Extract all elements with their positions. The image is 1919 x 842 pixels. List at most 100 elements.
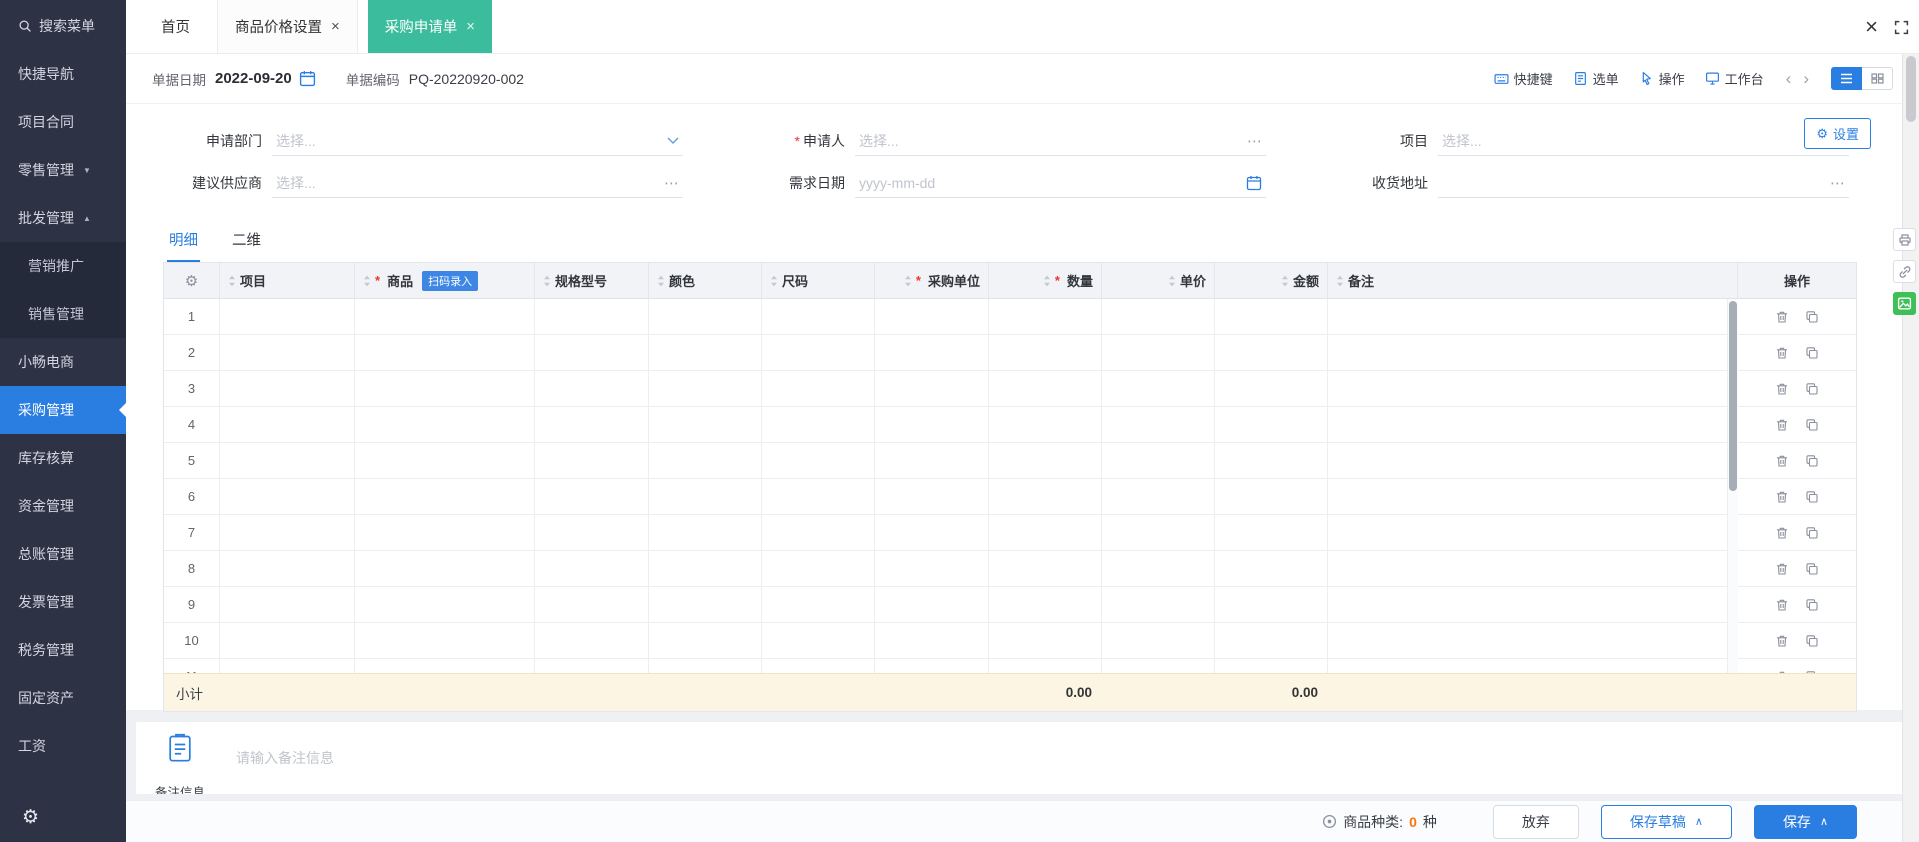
row-number-cell[interactable]: 10 xyxy=(164,623,220,658)
cell-color[interactable] xyxy=(649,551,762,586)
cell-color[interactable] xyxy=(649,443,762,478)
cell-purchase-unit[interactable] xyxy=(875,659,989,673)
delete-row-icon[interactable] xyxy=(1775,382,1789,396)
tab-two-dim[interactable]: 二维 xyxy=(230,219,263,262)
sidebar-item-tax-mgmt[interactable]: 税务管理 xyxy=(0,626,126,674)
cell-quantity[interactable] xyxy=(989,479,1102,514)
field-input-applicant[interactable]: 选择... ⋯ xyxy=(855,126,1266,156)
cell-project[interactable] xyxy=(220,587,355,622)
print-icon[interactable] xyxy=(1893,228,1916,251)
tab-close-icon[interactable]: × xyxy=(466,19,475,34)
cell-spec-model[interactable] xyxy=(535,299,649,334)
copy-row-icon[interactable] xyxy=(1805,418,1819,432)
cell-amount[interactable] xyxy=(1215,407,1328,442)
cell-spec-model[interactable] xyxy=(535,623,649,658)
cell-product[interactable] xyxy=(355,479,535,514)
cell-product[interactable] xyxy=(355,335,535,370)
cell-color[interactable] xyxy=(649,515,762,550)
cell-color[interactable] xyxy=(649,479,762,514)
copy-row-icon[interactable] xyxy=(1805,382,1819,396)
cell-project[interactable] xyxy=(220,299,355,334)
cell-unit-price[interactable] xyxy=(1102,587,1215,622)
cell-size[interactable] xyxy=(762,371,875,406)
cell-remark[interactable] xyxy=(1328,371,1738,406)
cell-spec-model[interactable] xyxy=(535,515,649,550)
copy-row-icon[interactable] xyxy=(1805,670,1819,673)
copy-row-icon[interactable] xyxy=(1805,634,1819,648)
sort-icon[interactable] xyxy=(1336,275,1344,287)
cell-purchase-unit[interactable] xyxy=(875,551,989,586)
cell-purchase-unit[interactable] xyxy=(875,443,989,478)
cell-quantity[interactable] xyxy=(989,407,1102,442)
sidebar-item-marketing-promo[interactable]: 营销推广 xyxy=(0,242,126,290)
sort-icon[interactable] xyxy=(1168,275,1176,287)
column-header-amount[interactable]: 金额 xyxy=(1215,263,1328,298)
cell-remark[interactable] xyxy=(1328,587,1738,622)
cell-amount[interactable] xyxy=(1215,299,1328,334)
cell-color[interactable] xyxy=(649,371,762,406)
delete-row-icon[interactable] xyxy=(1775,598,1789,612)
row-number-cell[interactable]: 4 xyxy=(164,407,220,442)
tab-home[interactable]: 首页 xyxy=(144,0,207,53)
cell-product[interactable] xyxy=(355,551,535,586)
cell-size[interactable] xyxy=(762,479,875,514)
sidebar-item-project-contract[interactable]: 项目合同 xyxy=(0,98,126,146)
fullscreen-icon[interactable] xyxy=(1894,20,1909,35)
cell-color[interactable] xyxy=(649,335,762,370)
delete-row-icon[interactable] xyxy=(1775,310,1789,324)
next-record-icon[interactable]: › xyxy=(1803,69,1809,89)
sidebar-item-general-ledger[interactable]: 总账管理 xyxy=(0,530,126,578)
field-input-required-date[interactable]: yyyy-mm-dd xyxy=(855,168,1266,198)
cell-unit-price[interactable] xyxy=(1102,551,1215,586)
delete-row-icon[interactable] xyxy=(1775,454,1789,468)
page-scrollbar-thumb[interactable] xyxy=(1906,56,1916,122)
copy-row-icon[interactable] xyxy=(1805,346,1819,360)
settings-gear-icon[interactable]: ⚙ xyxy=(22,806,39,829)
cell-quantity[interactable] xyxy=(989,335,1102,370)
cell-quantity[interactable] xyxy=(989,659,1102,673)
tab-purchase-requisition[interactable]: 采购申请单 × xyxy=(367,0,493,53)
cell-remark[interactable] xyxy=(1328,659,1738,673)
cell-unit-price[interactable] xyxy=(1102,407,1215,442)
sort-icon[interactable] xyxy=(363,275,371,287)
list-view-toggle[interactable] xyxy=(1831,67,1862,90)
cell-spec-model[interactable] xyxy=(535,587,649,622)
cell-color[interactable] xyxy=(649,623,762,658)
screenshot-image-icon[interactable] xyxy=(1893,292,1916,315)
cell-remark[interactable] xyxy=(1328,551,1738,586)
copy-row-icon[interactable] xyxy=(1805,310,1819,324)
row-number-cell[interactable]: 1 xyxy=(164,299,220,334)
cell-quantity[interactable] xyxy=(989,515,1102,550)
field-input-project[interactable]: 选择...⋯ xyxy=(1438,126,1849,156)
delete-row-icon[interactable] xyxy=(1775,490,1789,504)
cell-spec-model[interactable] xyxy=(535,371,649,406)
sidebar-item-invoice-mgmt[interactable]: 发票管理 xyxy=(0,578,126,626)
save-draft-button[interactable]: 保存草稿 ∧ xyxy=(1600,804,1732,839)
cell-amount[interactable] xyxy=(1215,371,1328,406)
cell-size[interactable] xyxy=(762,515,875,550)
cell-project[interactable] xyxy=(220,515,355,550)
copy-row-icon[interactable] xyxy=(1805,454,1819,468)
column-header-project[interactable]: 项目 xyxy=(220,263,355,298)
cell-size[interactable] xyxy=(762,443,875,478)
sidebar-item-payroll[interactable]: 工资 xyxy=(0,722,126,770)
grid-view-toggle[interactable] xyxy=(1862,67,1893,90)
delete-row-icon[interactable] xyxy=(1775,634,1789,648)
cell-project[interactable] xyxy=(220,443,355,478)
cell-project[interactable] xyxy=(220,623,355,658)
cell-project[interactable] xyxy=(220,407,355,442)
cell-size[interactable] xyxy=(762,551,875,586)
save-button[interactable]: 保存 ∧ xyxy=(1753,804,1857,839)
cell-project[interactable] xyxy=(220,479,355,514)
cell-size[interactable] xyxy=(762,659,875,673)
column-header-product[interactable]: * 商品 扫码录入 xyxy=(355,263,535,298)
settings-button[interactable]: ⚙ 设置 xyxy=(1804,118,1871,149)
row-number-cell[interactable]: 3 xyxy=(164,371,220,406)
row-number-cell[interactable]: 6 xyxy=(164,479,220,514)
cell-purchase-unit[interactable] xyxy=(875,623,989,658)
cell-purchase-unit[interactable] xyxy=(875,371,989,406)
field-input-suggested-supplier[interactable]: 选择... ⋯ xyxy=(272,168,683,198)
row-number-cell[interactable]: 8 xyxy=(164,551,220,586)
sidebar-item-xiaochang-ecommerce[interactable]: 小畅电商 xyxy=(0,338,126,386)
cell-product[interactable] xyxy=(355,299,535,334)
